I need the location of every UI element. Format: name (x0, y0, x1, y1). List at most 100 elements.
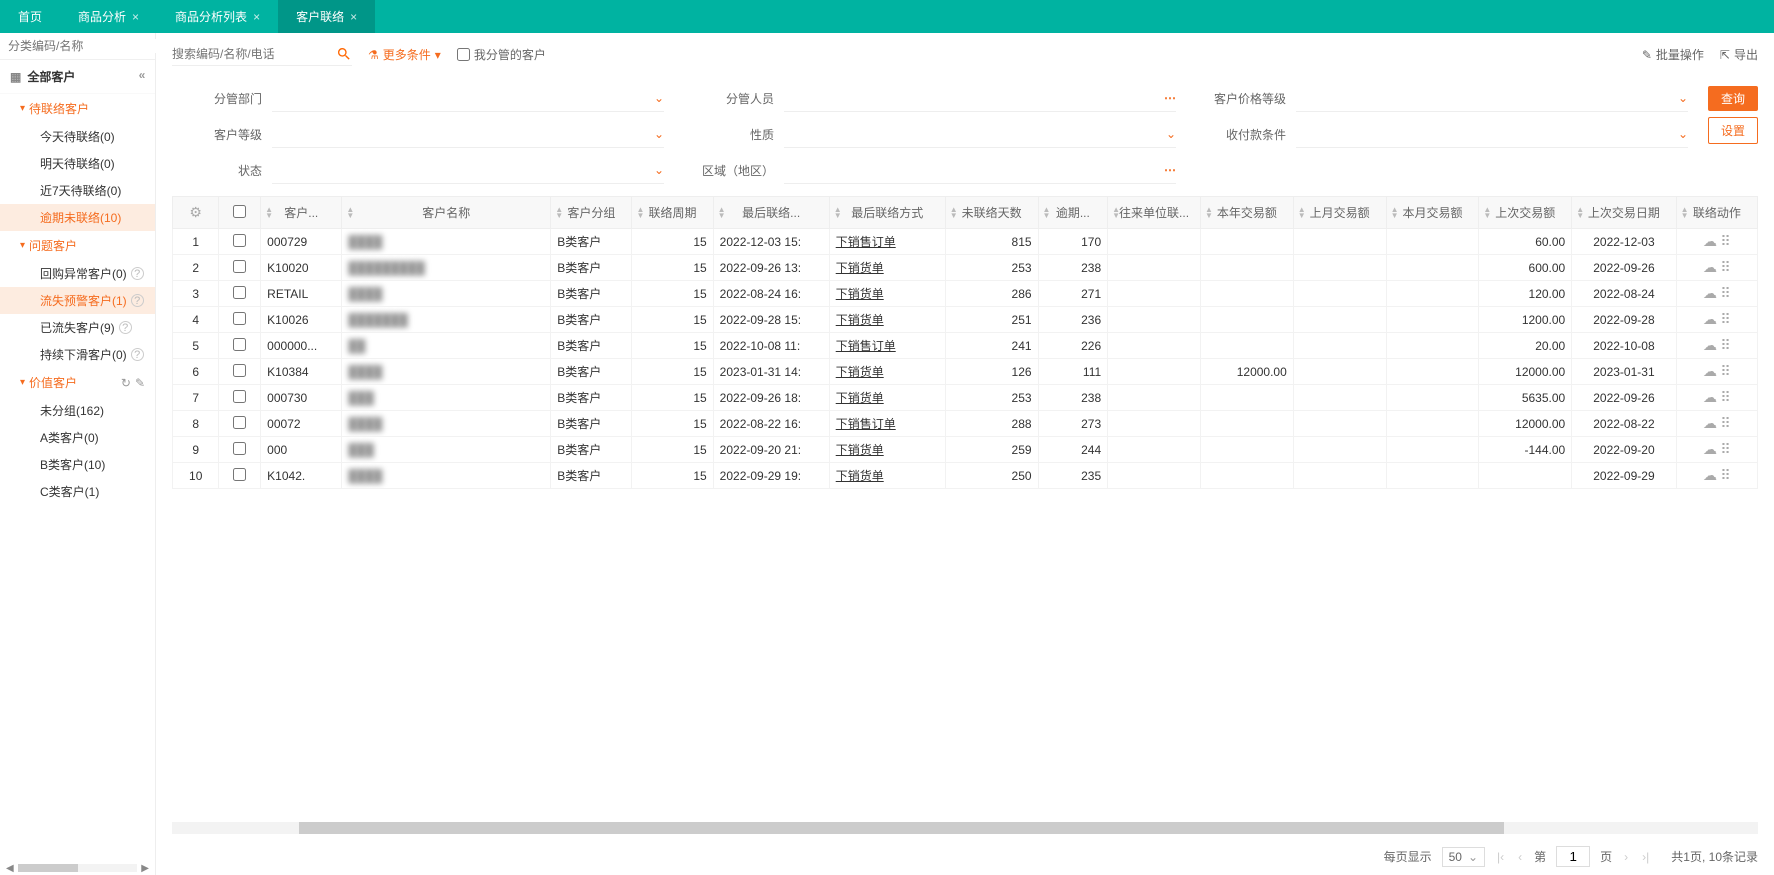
more-icon[interactable]: ⠿ (1720, 259, 1730, 275)
filter-dept-select[interactable]: ⌄ (272, 84, 664, 112)
help-icon[interactable]: ? (119, 321, 132, 334)
contact-way-link[interactable]: 下销货单 (836, 287, 884, 301)
row-checkbox[interactable] (233, 364, 246, 377)
row-checkbox[interactable] (233, 312, 246, 325)
contact-way-link[interactable]: 下销货单 (836, 313, 884, 327)
sidebar-search-input[interactable] (8, 39, 163, 53)
col-header[interactable]: ▲▼联络动作 (1676, 197, 1757, 229)
search-icon[interactable] (336, 46, 352, 62)
col-header[interactable]: ▲▼客户名称 (342, 197, 551, 229)
row-checkbox[interactable] (233, 338, 246, 351)
col-header[interactable]: ▲▼联络周期 (632, 197, 713, 229)
filter-pricelevel-select[interactable]: ⌄ (1296, 84, 1688, 112)
more-icon[interactable]: ⠿ (1720, 285, 1730, 301)
more-icon[interactable]: ⠿ (1720, 233, 1730, 249)
my-customers-checkbox[interactable]: 我分管的客户 (457, 46, 546, 63)
sort-icon[interactable]: ▲▼ (834, 207, 842, 219)
table-row[interactable]: 1000729████B类客户152022-12-03 15:下销售订单8151… (173, 229, 1758, 255)
help-icon[interactable]: ? (131, 267, 144, 280)
scrollbar-thumb[interactable] (18, 864, 78, 872)
contact-way-link[interactable]: 下销售订单 (836, 235, 896, 249)
next-page-icon[interactable]: › (1622, 850, 1630, 864)
sidebar-item[interactable]: 近7天待联络(0) (0, 177, 155, 204)
table-row[interactable]: 7000730███B类客户152022-09-26 18:下销货单253238… (173, 385, 1758, 411)
sidebar-item[interactable]: B类客户(10) (0, 451, 155, 478)
help-icon[interactable]: ? (131, 348, 144, 361)
sidebar-item[interactable]: 流失预警客户(1)? (0, 287, 155, 314)
scroll-right-icon[interactable]: ▶ (141, 863, 149, 874)
more-icon[interactable]: ⠿ (1720, 337, 1730, 353)
sidebar-item[interactable]: A类客户(0) (0, 424, 155, 451)
sidebar-hscroll[interactable]: ◀ ▶ (0, 861, 155, 875)
table-row[interactable]: 6K10384████B类客户152023-01-31 14:下销货单12611… (173, 359, 1758, 385)
sort-icon[interactable]: ▲▼ (346, 207, 354, 219)
sidebar-item[interactable]: 持续下滑客户(0)? (0, 341, 155, 368)
more-icon[interactable]: ⠿ (1720, 441, 1730, 457)
sort-icon[interactable]: ▲▼ (950, 207, 958, 219)
table-hscroll[interactable] (172, 822, 1758, 834)
search-input[interactable] (172, 43, 336, 65)
last-page-icon[interactable]: ›| (1640, 850, 1651, 864)
select-all-checkbox[interactable] (233, 205, 246, 218)
col-header[interactable]: ▲▼往来单位联... (1108, 197, 1201, 229)
more-icon[interactable]: ⠿ (1720, 311, 1730, 327)
row-checkbox[interactable] (233, 442, 246, 455)
col-header[interactable]: ▲▼未联络天数 (945, 197, 1038, 229)
first-page-icon[interactable]: |‹ (1495, 850, 1506, 864)
wechat-icon[interactable]: ☁ (1703, 285, 1717, 301)
sidebar-item[interactable]: 逾期未联络(10) (0, 204, 155, 231)
query-button[interactable]: 查询 (1708, 86, 1758, 111)
refresh-icon[interactable]: ↻ (121, 376, 131, 390)
page-number-input[interactable] (1556, 846, 1590, 867)
scroll-left-icon[interactable]: ◀ (6, 863, 14, 874)
sort-icon[interactable]: ▲▼ (1298, 207, 1306, 219)
col-header[interactable]: ▲▼逾期... (1038, 197, 1108, 229)
sidebar-item[interactable]: C类客户(1) (0, 478, 155, 505)
row-checkbox[interactable] (233, 286, 246, 299)
col-header[interactable]: ▲▼上次交易额 (1479, 197, 1572, 229)
col-header[interactable]: ▲▼上月交易额 (1293, 197, 1386, 229)
sidebar-item[interactable]: 已流失客户(9)? (0, 314, 155, 341)
page-size-select[interactable]: 50 ⌄ (1442, 847, 1485, 867)
contact-way-link[interactable]: 下销货单 (836, 365, 884, 379)
wechat-icon[interactable]: ☁ (1703, 233, 1717, 249)
wechat-icon[interactable]: ☁ (1703, 415, 1717, 431)
sort-icon[interactable]: ▲▼ (1112, 207, 1120, 219)
table-row[interactable]: 4K10026███████B类客户152022-09-28 15:下销货单25… (173, 307, 1758, 333)
wechat-icon[interactable]: ☁ (1703, 467, 1717, 483)
sort-icon[interactable]: ▲▼ (1576, 207, 1584, 219)
sidebar-item[interactable]: 今天待联络(0) (0, 123, 155, 150)
col-header[interactable]: ▲▼本年交易额 (1200, 197, 1293, 229)
wechat-icon[interactable]: ☁ (1703, 441, 1717, 457)
sort-icon[interactable]: ▲▼ (636, 207, 644, 219)
sidebar-item[interactable]: 明天待联络(0) (0, 150, 155, 177)
sidebar-group[interactable]: 待联络客户 (0, 94, 155, 123)
tab-商品分析[interactable]: 商品分析× (60, 0, 157, 33)
table-row[interactable]: 800072████B类客户152022-08-22 16:下销售订单28827… (173, 411, 1758, 437)
sidebar-group[interactable]: 价值客户↻✎ (0, 368, 155, 397)
contact-way-link[interactable]: 下销货单 (836, 391, 884, 405)
more-icon[interactable]: ⠿ (1720, 467, 1730, 483)
wechat-icon[interactable]: ☁ (1703, 363, 1717, 379)
contact-way-link[interactable]: 下销货单 (836, 443, 884, 457)
sidebar-item[interactable]: 未分组(162) (0, 397, 155, 424)
sort-icon[interactable]: ▲▼ (718, 207, 726, 219)
filter-staff-select[interactable] (784, 84, 1176, 112)
table-row[interactable]: 2K10020█████████B类客户152022-09-26 13:下销货单… (173, 255, 1758, 281)
col-header[interactable]: ⚙ (173, 197, 219, 229)
col-header[interactable]: ▲▼上次交易日期 (1572, 197, 1676, 229)
gear-icon[interactable]: ⚙ (189, 204, 202, 220)
table-row[interactable]: 3RETAIL████B类客户152022-08-24 16:下销货单28627… (173, 281, 1758, 307)
contact-way-link[interactable]: 下销货单 (836, 469, 884, 483)
more-icon[interactable]: ⠿ (1720, 363, 1730, 379)
row-checkbox[interactable] (233, 468, 246, 481)
batch-action-button[interactable]: ✎ 批量操作 (1642, 46, 1704, 63)
tab-客户联络[interactable]: 客户联络× (278, 0, 375, 33)
wechat-icon[interactable]: ☁ (1703, 337, 1717, 353)
tab-商品分析列表[interactable]: 商品分析列表× (157, 0, 278, 33)
wechat-icon[interactable]: ☁ (1703, 259, 1717, 275)
table-row[interactable]: 5000000...██B类客户152022-10-08 11:下销售订单241… (173, 333, 1758, 359)
sidebar-group[interactable]: 问题客户 (0, 231, 155, 260)
more-conditions-button[interactable]: ⚗ 更多条件 ▾ (368, 46, 441, 63)
table-row[interactable]: 9000███B类客户152022-09-20 21:下销货单259244-14… (173, 437, 1758, 463)
